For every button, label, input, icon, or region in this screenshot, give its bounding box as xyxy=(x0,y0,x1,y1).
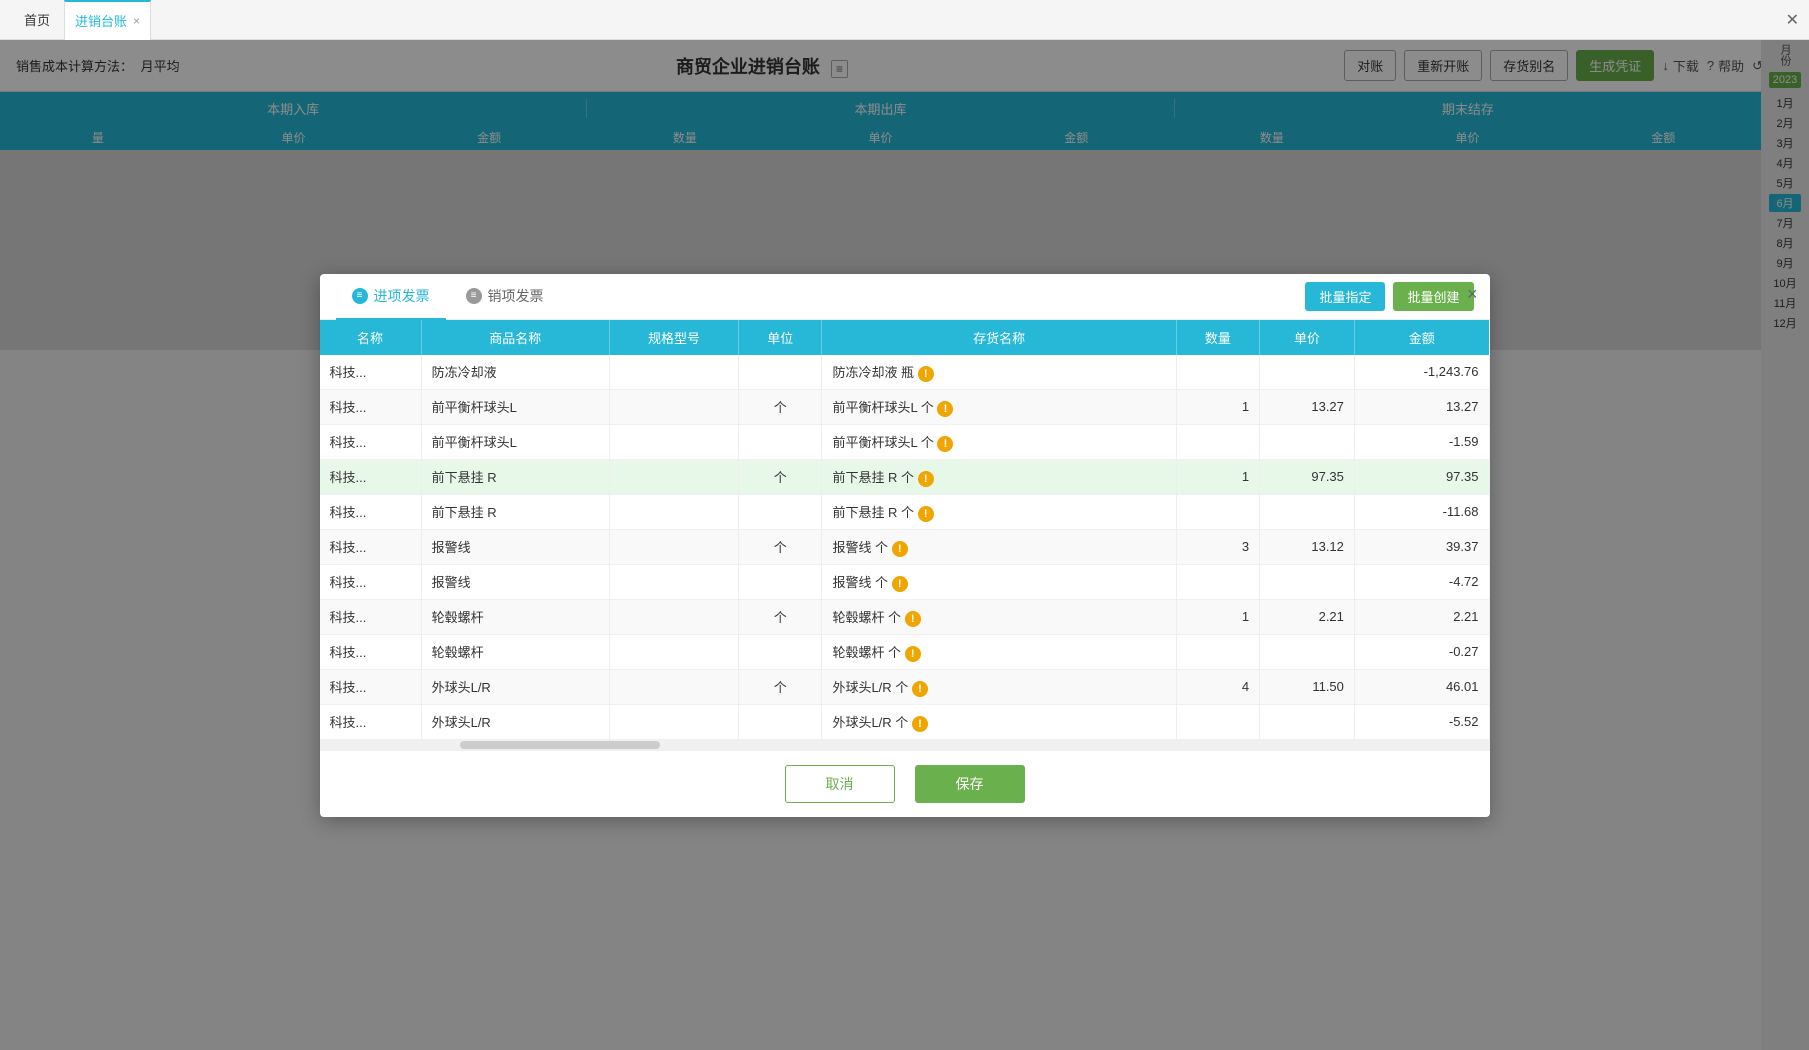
col-stock: 存货名称 xyxy=(822,320,1176,355)
table-row[interactable]: 科技...轮毂螺杆轮毂螺杆 个 !-0.27 xyxy=(320,634,1490,669)
warning-icon: ! xyxy=(912,716,928,732)
modal-footer: 取消 保存 xyxy=(320,750,1490,817)
warning-icon: ! xyxy=(905,611,921,627)
modal-header: ≡ 进项发票 ≡ 销项发票 批量指定 批量创建 × xyxy=(320,274,1490,320)
warning-icon: ! xyxy=(892,576,908,592)
col-product: 商品名称 xyxy=(421,320,609,355)
col-price: 单价 xyxy=(1260,320,1355,355)
batch-create-button[interactable]: 批量创建 xyxy=(1393,282,1473,311)
col-qty: 数量 xyxy=(1176,320,1259,355)
table-row[interactable]: 科技...报警线报警线 个 !-4.72 xyxy=(320,564,1490,599)
col-spec: 规格型号 xyxy=(609,320,738,355)
tab-incoming-invoice[interactable]: ≡ 进项发票 xyxy=(336,274,446,320)
warning-icon: ! xyxy=(892,541,908,557)
window-close-button[interactable]: ✕ xyxy=(1786,10,1799,30)
table-row[interactable]: 科技...前平衡杆球头L前平衡杆球头L 个 !-1.59 xyxy=(320,424,1490,459)
active-tab-label: 进销台账 xyxy=(75,11,127,30)
table-row[interactable]: 科技...轮毂螺杆个轮毂螺杆 个 !12.212.21 xyxy=(320,599,1490,634)
table-row[interactable]: 科技...外球头L/R个外球头L/R 个 !411.5046.01 xyxy=(320,669,1490,704)
modal-header-actions: 批量指定 批量创建 xyxy=(1305,282,1473,311)
invoice-table: 名称 商品名称 规格型号 单位 存货名称 数量 单价 金额 科技...防冻冷却液… xyxy=(320,320,1490,740)
cancel-button[interactable]: 取消 xyxy=(785,765,895,803)
warning-icon: ! xyxy=(937,401,953,417)
batch-assign-button[interactable]: 批量指定 xyxy=(1305,282,1385,311)
col-name: 名称 xyxy=(320,320,422,355)
table-row[interactable]: 科技...前下悬挂 R个前下悬挂 R 个 !197.3597.35 xyxy=(320,459,1490,494)
warning-icon: ! xyxy=(918,471,934,487)
warning-icon: ! xyxy=(937,436,953,452)
warning-icon: ! xyxy=(918,366,934,382)
tab-outgoing-invoice[interactable]: ≡ 销项发票 xyxy=(450,274,560,320)
scrollbar-thumb[interactable] xyxy=(460,741,660,749)
modal-table-container: 名称 商品名称 规格型号 单位 存货名称 数量 单价 金额 科技...防冻冷却液… xyxy=(320,320,1490,740)
table-row[interactable]: 科技...前平衡杆球头L个前平衡杆球头L 个 !113.2713.27 xyxy=(320,389,1490,424)
home-tab[interactable]: 首页 xyxy=(10,0,64,40)
save-button[interactable]: 保存 xyxy=(915,765,1025,803)
warning-icon: ! xyxy=(912,681,928,697)
col-unit: 单位 xyxy=(739,320,822,355)
modal-dialog: ≡ 进项发票 ≡ 销项发票 批量指定 批量创建 × 名称 xyxy=(320,274,1490,817)
incoming-invoice-label: 进项发票 xyxy=(374,286,430,306)
top-bar: 首页 进销台账 × ✕ xyxy=(0,0,1809,40)
outgoing-invoice-label: 销项发票 xyxy=(488,286,544,306)
incoming-invoice-icon: ≡ xyxy=(352,288,368,304)
main-area: 销售成本计算方法： 月平均 商贸企业进销台账 ≡ 对账 重新开账 存货别名 生成… xyxy=(0,40,1809,1050)
modal-close-button[interactable]: × xyxy=(1467,284,1478,305)
col-amount: 金额 xyxy=(1354,320,1489,355)
table-row[interactable]: 科技...防冻冷却液防冻冷却液 瓶 !-1,243.76 xyxy=(320,355,1490,390)
modal-horizontal-scrollbar[interactable] xyxy=(320,740,1490,750)
home-tab-label: 首页 xyxy=(24,10,50,29)
outgoing-invoice-icon: ≡ xyxy=(466,288,482,304)
close-tab-button[interactable]: × xyxy=(133,14,140,28)
table-row[interactable]: 科技...报警线个报警线 个 !313.1239.37 xyxy=(320,529,1490,564)
warning-icon: ! xyxy=(918,506,934,522)
modal-overlay: ≡ 进项发票 ≡ 销项发票 批量指定 批量创建 × 名称 xyxy=(0,40,1809,1050)
table-row[interactable]: 科技...前下悬挂 R前下悬挂 R 个 !-11.68 xyxy=(320,494,1490,529)
table-row[interactable]: 科技...外球头L/R外球头L/R 个 !-5.52 xyxy=(320,704,1490,739)
active-tab[interactable]: 进销台账 × xyxy=(64,0,151,40)
warning-icon: ! xyxy=(905,646,921,662)
